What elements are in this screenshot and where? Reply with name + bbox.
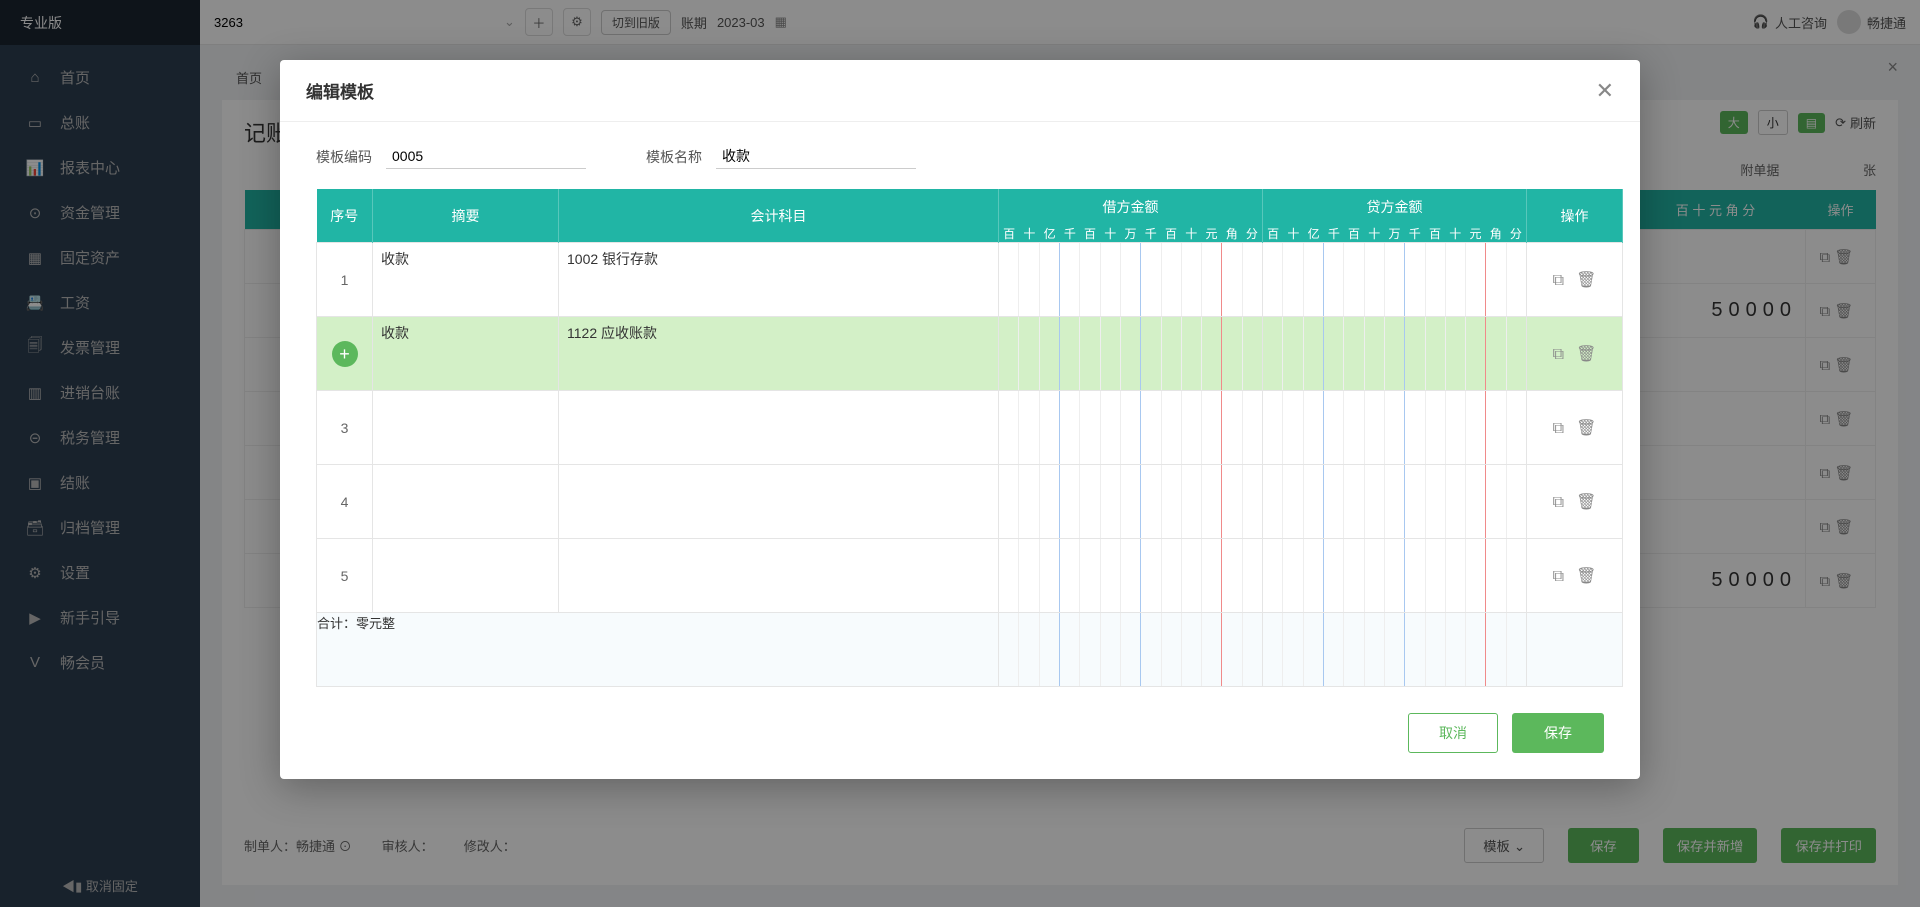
seq-cell: + <box>317 317 373 391</box>
credit-cell[interactable] <box>1263 243 1527 317</box>
seq-cell: 3 <box>317 391 373 465</box>
table-row[interactable]: 5⧉🗑 <box>317 539 1623 613</box>
template-code-label: 模板编码 <box>316 147 372 167</box>
template-name-input[interactable] <box>716 144 916 169</box>
col-summary: 摘要 <box>373 189 559 243</box>
row-ops: ⧉🗑 <box>1527 391 1623 465</box>
delete-icon[interactable]: 🗑 <box>1576 418 1596 438</box>
credit-cell[interactable] <box>1263 317 1527 391</box>
col-subject: 会计科目 <box>559 189 999 243</box>
debit-cell[interactable] <box>999 391 1263 465</box>
copy-icon[interactable]: ⧉ <box>1553 420 1564 438</box>
row-ops: ⧉🗑 <box>1527 243 1623 317</box>
credit-cell[interactable] <box>1263 539 1527 613</box>
subject-cell[interactable]: 1122 应收账款 <box>559 317 999 391</box>
col-seq: 序号 <box>317 189 373 243</box>
delete-icon[interactable]: 🗑 <box>1576 566 1596 586</box>
subject-cell[interactable] <box>559 539 999 613</box>
summary-cell[interactable] <box>373 539 559 613</box>
add-row-button[interactable]: + <box>332 341 358 367</box>
seq-cell: 5 <box>317 539 373 613</box>
copy-icon[interactable]: ⧉ <box>1553 272 1564 290</box>
template-table: 序号 摘要 会计科目 借方金额 贷方金额 操作 百十亿千百十万千百十元角分百十亿… <box>316 189 1623 687</box>
template-code-input[interactable] <box>386 144 586 169</box>
subject-cell[interactable]: 1002 银行存款 <box>559 243 999 317</box>
debit-cell[interactable] <box>999 539 1263 613</box>
credit-cell[interactable] <box>1263 391 1527 465</box>
col-op: 操作 <box>1527 189 1623 243</box>
summary-cell[interactable] <box>373 391 559 465</box>
summary-cell[interactable] <box>373 465 559 539</box>
save-button[interactable]: 保存 <box>1512 713 1604 753</box>
delete-icon[interactable]: 🗑 <box>1576 492 1596 512</box>
cancel-button[interactable]: 取消 <box>1408 713 1498 753</box>
copy-icon[interactable]: ⧉ <box>1553 568 1564 586</box>
modal-title: 编辑模板 <box>306 78 374 103</box>
col-credit: 贷方金额 <box>1263 189 1527 225</box>
summary-cell[interactable]: 收款 <box>373 317 559 391</box>
seq-cell: 1 <box>317 243 373 317</box>
credit-cell[interactable] <box>1263 465 1527 539</box>
table-row[interactable]: 3⧉🗑 <box>317 391 1623 465</box>
table-row[interactable]: 4⧉🗑 <box>317 465 1623 539</box>
template-name-label: 模板名称 <box>646 147 702 167</box>
debit-cell[interactable] <box>999 317 1263 391</box>
delete-icon[interactable]: 🗑 <box>1576 270 1596 290</box>
debit-cell[interactable] <box>999 243 1263 317</box>
table-row[interactable]: 1收款1002 银行存款⧉🗑 <box>317 243 1623 317</box>
modal-close-button[interactable]: ✕ <box>1596 80 1614 102</box>
row-ops: ⧉🗑 <box>1527 317 1623 391</box>
debit-cell[interactable] <box>999 465 1263 539</box>
row-ops: ⧉🗑 <box>1527 539 1623 613</box>
copy-icon[interactable]: ⧉ <box>1553 494 1564 512</box>
delete-icon[interactable]: 🗑 <box>1576 344 1596 364</box>
summary-cell[interactable]: 收款 <box>373 243 559 317</box>
table-row[interactable]: +收款1122 应收账款⧉🗑 <box>317 317 1623 391</box>
seq-cell: 4 <box>317 465 373 539</box>
col-debit: 借方金额 <box>999 189 1263 225</box>
modal-overlay: 编辑模板 ✕ 模板编码 模板名称 <box>0 0 1920 907</box>
edit-template-modal: 编辑模板 ✕ 模板编码 模板名称 <box>280 60 1640 779</box>
subject-cell[interactable] <box>559 465 999 539</box>
row-ops: ⧉🗑 <box>1527 465 1623 539</box>
total-label: 合计：零元整 <box>317 613 999 687</box>
subject-cell[interactable] <box>559 391 999 465</box>
copy-icon[interactable]: ⧉ <box>1553 346 1564 364</box>
